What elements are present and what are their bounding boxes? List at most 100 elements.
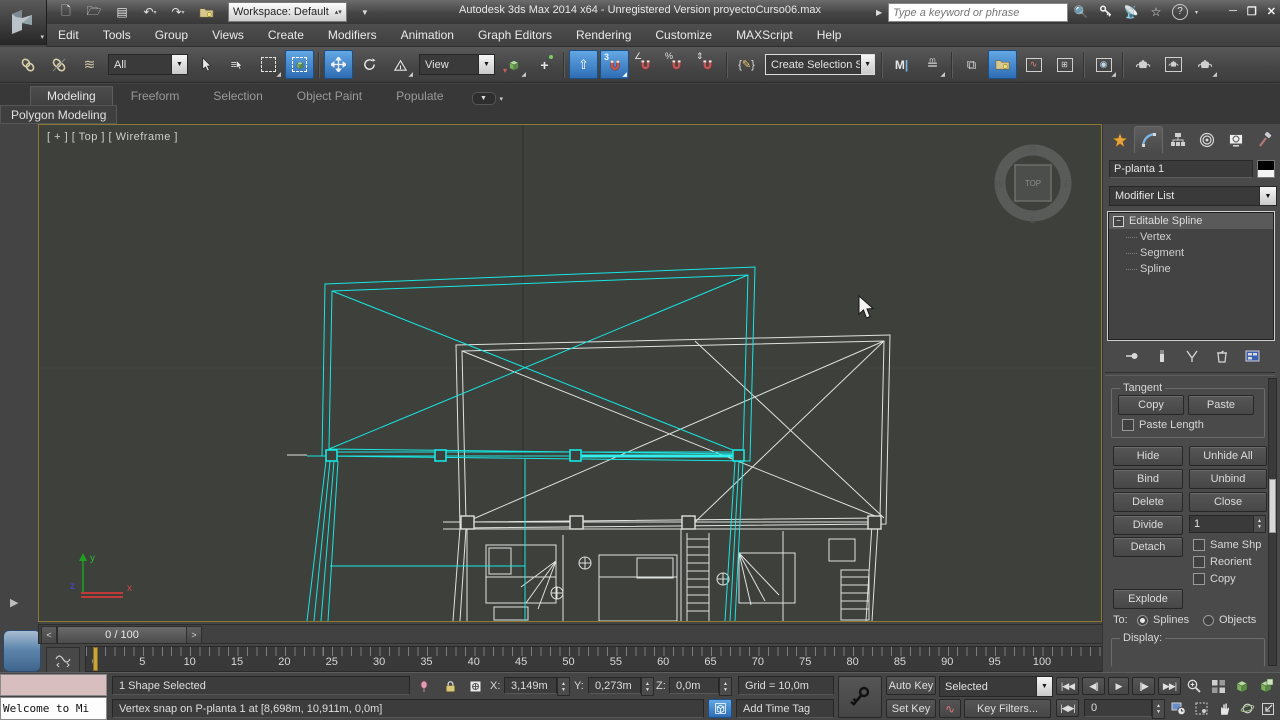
go-to-end-icon[interactable]: ▶▶| bbox=[1158, 677, 1181, 695]
key-mode-dropdown[interactable]: Selected ▼ bbox=[939, 676, 1053, 697]
ribbon-tab-populate[interactable]: Populate bbox=[380, 87, 459, 105]
zoom-extents-all-icon[interactable] bbox=[1256, 677, 1276, 695]
undo-icon[interactable]: ↶ ▾ bbox=[140, 3, 160, 21]
pin-stack-icon[interactable] bbox=[1121, 347, 1143, 365]
delete-button[interactable]: Delete bbox=[1113, 492, 1183, 512]
time-slider[interactable]: < 0 / 100 > bbox=[38, 624, 1105, 644]
select-and-link-icon[interactable] bbox=[13, 50, 42, 79]
hide-button[interactable]: Hide bbox=[1113, 446, 1183, 466]
snaps-toggle-icon[interactable]: 3 ◢ bbox=[600, 50, 629, 79]
select-by-name-icon[interactable]: ≡ bbox=[223, 50, 252, 79]
ribbon-minimize-icon[interactable]: ▼ bbox=[471, 92, 496, 105]
objects-radio[interactable]: Objects bbox=[1203, 614, 1256, 626]
mini-curve-editor-button[interactable] bbox=[46, 647, 80, 673]
save-file-icon[interactable]: ▤ bbox=[112, 3, 132, 21]
configure-modifier-sets-icon[interactable] bbox=[1241, 347, 1263, 365]
named-selection-set-dropdown[interactable]: Create Selection Se ▼ bbox=[765, 54, 875, 75]
viewport-layout-tab-button[interactable] bbox=[3, 630, 41, 672]
divide-spinner[interactable]: ▲ ▼ bbox=[1253, 515, 1266, 533]
field-of-view-region-icon[interactable] bbox=[1191, 700, 1211, 717]
zoom-all-icon[interactable] bbox=[1208, 677, 1228, 695]
unbind-button[interactable]: Unbind bbox=[1189, 469, 1267, 489]
mirror-icon[interactable]: M | bbox=[887, 50, 916, 79]
viewport-top[interactable]: [ + ] [ Top ] [ Wireframe ] TOP N W E S … bbox=[38, 124, 1102, 622]
select-and-move-icon[interactable] bbox=[324, 50, 353, 79]
infocenter-collapse-icon[interactable]: ▶ bbox=[876, 8, 882, 17]
window-crossing-toggle-icon[interactable] bbox=[285, 50, 314, 79]
select-and-rotate-icon[interactable] bbox=[355, 50, 384, 79]
next-frame-icon[interactable]: ||▶ bbox=[1132, 677, 1155, 695]
current-frame-field[interactable]: 0 bbox=[1084, 699, 1152, 717]
layer-manager-icon[interactable]: ⧉ bbox=[957, 50, 986, 79]
selection-filter-dropdown[interactable]: All ▼ bbox=[108, 54, 188, 75]
bind-to-space-warp-icon[interactable]: ≋ bbox=[75, 50, 104, 79]
max-app-button[interactable]: ▾ bbox=[0, 0, 47, 45]
pan-hand-icon[interactable] bbox=[1214, 700, 1234, 717]
key-mode-toggle-icon[interactable]: |◀▶| bbox=[1056, 699, 1079, 717]
curve-editor-icon[interactable]: ∿ bbox=[1019, 50, 1048, 79]
menu-views[interactable]: Views bbox=[200, 28, 256, 42]
workspace-dropdown[interactable]: Workspace: Default ▴▾ bbox=[228, 2, 347, 22]
rectangular-selection-region-icon[interactable]: ◢ bbox=[254, 50, 283, 79]
utilities-tab-icon[interactable] bbox=[1250, 126, 1279, 154]
splines-radio[interactable]: Splines bbox=[1137, 614, 1189, 626]
polygon-modeling-panel[interactable]: Polygon Modeling bbox=[0, 105, 118, 124]
graphite-ribbon-toggle-icon[interactable] bbox=[988, 50, 1017, 79]
absolute-mode-icon[interactable] bbox=[465, 677, 485, 695]
menu-edit[interactable]: Edit bbox=[46, 28, 91, 42]
time-slider-handle[interactable]: 0 / 100 bbox=[57, 626, 187, 644]
explode-button[interactable]: Explode bbox=[1113, 589, 1183, 609]
scrollbar-thumb[interactable] bbox=[1269, 479, 1276, 533]
x-spinner[interactable]: ▲ ▼ bbox=[557, 677, 570, 696]
motion-tab-icon[interactable] bbox=[1192, 126, 1221, 154]
add-time-tag-field[interactable]: Add Time Tag bbox=[736, 699, 834, 718]
viewport-label[interactable]: [ + ] [ Top ] [ Wireframe ] bbox=[47, 131, 178, 143]
schematic-view-icon[interactable]: ⊞ bbox=[1050, 50, 1079, 79]
maxscript-mini-listener[interactable]: Welcome to Mi bbox=[0, 697, 107, 720]
menu-animation[interactable]: Animation bbox=[389, 28, 466, 42]
menu-customize[interactable]: Customize bbox=[643, 28, 724, 42]
z-coord-field[interactable]: 0,0m bbox=[669, 677, 719, 694]
percent-snap-toggle-icon[interactable]: % bbox=[662, 50, 691, 79]
minimize-icon[interactable]: ─ bbox=[1229, 5, 1237, 17]
menu-rendering[interactable]: Rendering bbox=[564, 28, 643, 42]
adaptive-degradation-icon[interactable] bbox=[708, 699, 732, 718]
zoom-icon[interactable] bbox=[1184, 677, 1204, 695]
select-object-icon[interactable] bbox=[192, 50, 221, 79]
angle-snap-toggle-icon[interactable]: ∠ bbox=[631, 50, 660, 79]
panel-scrollbar[interactable] bbox=[1268, 378, 1277, 666]
spinner-down-icon[interactable]: ▼ bbox=[1257, 524, 1262, 530]
close-icon[interactable]: ✕ bbox=[1267, 5, 1276, 18]
help-icon[interactable]: ? bbox=[1172, 4, 1188, 20]
go-to-start-icon[interactable]: |◀◀ bbox=[1056, 677, 1079, 695]
ribbon-overflow[interactable]: ▼ ▾ bbox=[471, 92, 503, 105]
unlink-selection-icon[interactable] bbox=[44, 50, 73, 79]
set-keys-button[interactable] bbox=[838, 676, 882, 718]
frame-spinner[interactable]: ▲ ▼ bbox=[1152, 699, 1165, 719]
strip-play-arrow-icon[interactable]: ▶ bbox=[10, 596, 18, 609]
rendered-frame-window-icon[interactable] bbox=[1159, 50, 1188, 79]
redo-icon[interactable]: ↷ ▾ bbox=[168, 3, 188, 21]
make-unique-icon[interactable] bbox=[1181, 347, 1203, 365]
material-editor-icon[interactable]: ◉ ◢ bbox=[1089, 50, 1118, 79]
modifier-stack[interactable]: − Editable Spline ······ Vertex ······ Seg… bbox=[1107, 211, 1275, 341]
hierarchy-tab-icon[interactable] bbox=[1163, 126, 1192, 154]
menu-tools[interactable]: Tools bbox=[91, 28, 143, 42]
menu-maxscript[interactable]: MAXScript bbox=[724, 28, 805, 42]
time-next-icon[interactable]: > bbox=[186, 626, 202, 644]
ribbon-tab-selection[interactable]: Selection bbox=[197, 87, 278, 105]
play-animation-icon[interactable]: ▶ bbox=[1108, 677, 1129, 695]
tangent-copy-button[interactable]: Copy bbox=[1118, 395, 1184, 415]
unhide-all-button[interactable]: Unhide All bbox=[1189, 446, 1267, 466]
y-spinner[interactable]: ▲ ▼ bbox=[641, 677, 654, 696]
track-bar[interactable]: 0510152025303540455055606570758085909510… bbox=[85, 646, 1107, 672]
previous-frame-icon[interactable]: ◀|| bbox=[1082, 677, 1105, 695]
object-color-swatch[interactable] bbox=[1257, 160, 1275, 178]
collapse-icon[interactable]: − bbox=[1113, 215, 1124, 227]
communication-center-icon[interactable]: 📡 bbox=[1122, 5, 1140, 19]
qat-overflow-icon[interactable]: ▼ bbox=[355, 3, 375, 21]
z-spinner[interactable]: ▲ ▼ bbox=[719, 677, 732, 696]
time-configuration-icon[interactable] bbox=[1168, 700, 1188, 717]
subscription-key-icon[interactable] bbox=[1097, 4, 1115, 21]
viewcube[interactable]: TOP N W E S bbox=[991, 141, 1075, 225]
